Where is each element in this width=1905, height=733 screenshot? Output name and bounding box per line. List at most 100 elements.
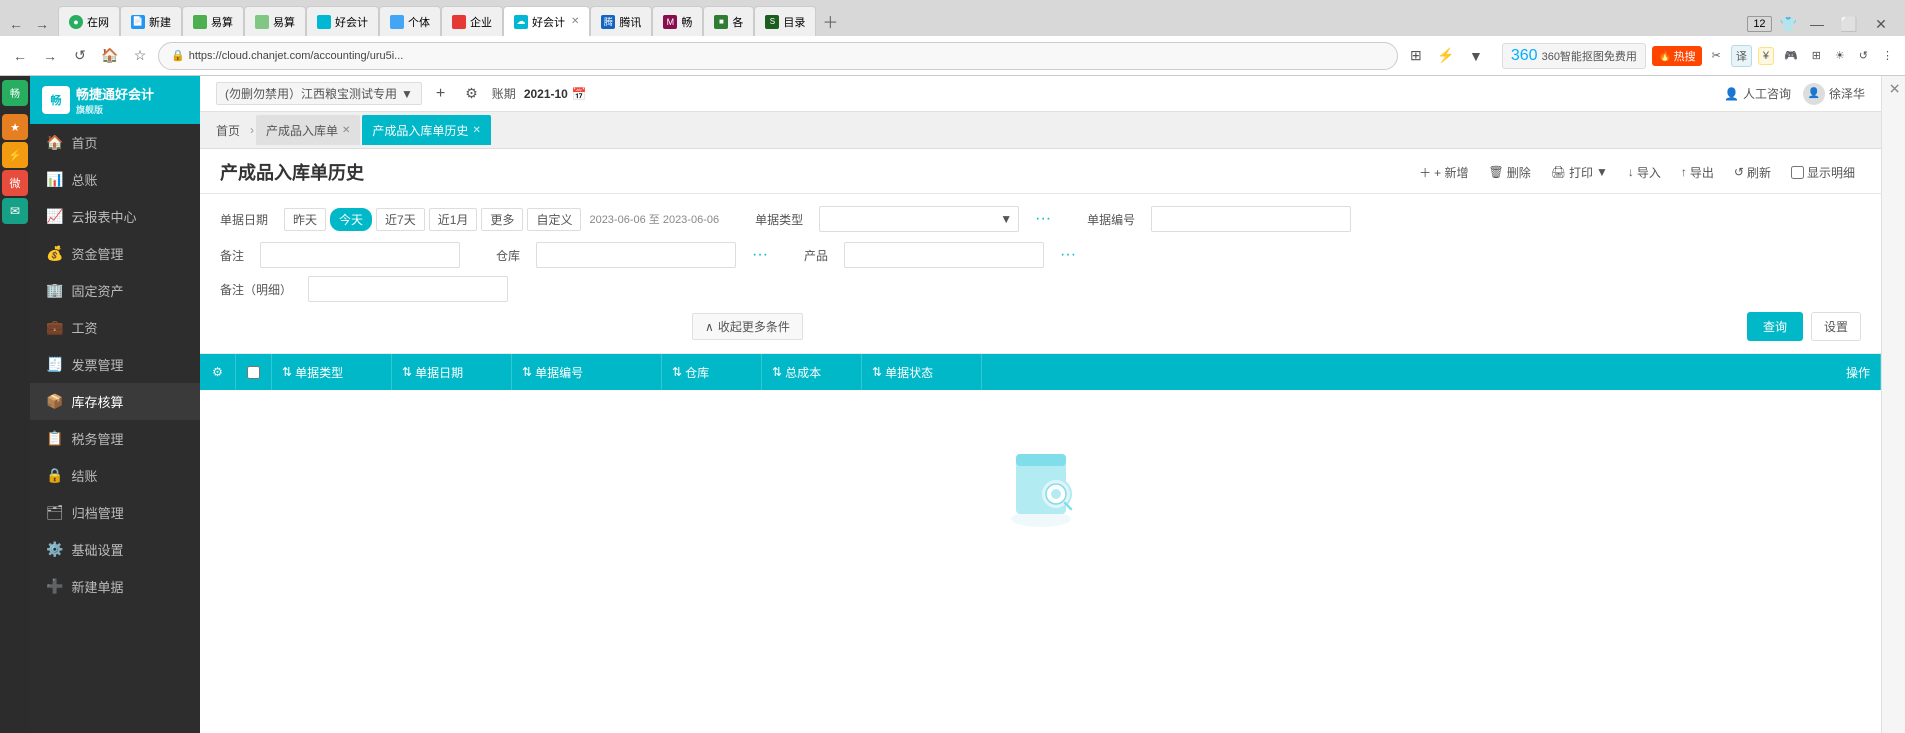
new-tab-button[interactable]: ＋ <box>816 6 844 36</box>
date-btn-today[interactable]: 今天 <box>330 208 372 231</box>
company-selector[interactable]: (勿删勿禁用）江西粮宝测试专用 ▼ <box>216 82 422 105</box>
panel-close-button[interactable]: ✕ <box>1885 83 1902 95</box>
breadcrumb-home[interactable]: 首页 <box>208 118 248 143</box>
th-warehouse[interactable]: ⇅ 仓库 <box>662 354 762 390</box>
close-window-button[interactable]: ✕ <box>1869 12 1893 36</box>
sidebar-item-report[interactable]: 📈 云报表中心 <box>30 198 200 235</box>
tab-3[interactable]: 易算 <box>182 6 244 36</box>
show-detail-checkbox[interactable]: 显示明细 <box>1785 161 1861 184</box>
delete-button[interactable]: 🗑 删除 <box>1482 161 1536 184</box>
sidebar-item-cash[interactable]: 💰 资金管理 <box>30 235 200 272</box>
tab-close-8[interactable]: ✕ <box>571 16 579 27</box>
settings-button[interactable]: 设置 <box>1811 312 1861 341</box>
refresh-nav-button[interactable]: ↺ <box>68 44 92 68</box>
refresh-button[interactable]: ↺ 刷新 <box>1728 161 1777 184</box>
doc-number-input[interactable] <box>1151 206 1351 232</box>
tab-6[interactable]: 个体 <box>379 6 441 36</box>
tab-doc-history[interactable]: 产成品入库单历史 ✕ <box>362 115 490 145</box>
tab-11[interactable]: ■ 各 <box>703 6 754 36</box>
sidebar-item-archive[interactable]: 🗂 归档管理 <box>30 494 200 531</box>
chanjet-logo[interactable]: 畅 <box>2 80 28 106</box>
sidebar-item-invoice[interactable]: 🧾 发票管理 <box>30 346 200 383</box>
tab-2[interactable]: 📄 新建 <box>120 6 182 36</box>
search-360-area[interactable]: 360 360智能抠图免费用 <box>1502 43 1646 69</box>
gold-app-icon[interactable]: ⚡ <box>2 142 28 168</box>
date-btn-yesterday[interactable]: 昨天 <box>284 208 326 231</box>
gamepad-icon[interactable]: 🎮 <box>1780 47 1802 64</box>
user-menu[interactable]: 👤 徐泽华 <box>1803 83 1865 105</box>
warehouse-select[interactable] <box>536 242 736 268</box>
calendar-icon[interactable]: 📅 <box>572 87 587 101</box>
doc-type-more-icon[interactable]: ··· <box>1035 210 1051 228</box>
extensions-button[interactable]: ⊞ <box>1404 44 1428 68</box>
yuan-button[interactable]: ¥ <box>1758 47 1774 65</box>
tab-7[interactable]: 企业 <box>441 6 503 36</box>
th-doc-date[interactable]: ⇅ 单据日期 <box>392 354 512 390</box>
sidebar-item-inventory[interactable]: 📦 库存核算 <box>30 383 200 420</box>
profile-icon[interactable]: 👕 <box>1780 16 1797 33</box>
date-btn-more[interactable]: 更多 <box>481 208 523 231</box>
translate-button[interactable]: 译 <box>1731 45 1752 67</box>
product-select[interactable] <box>844 242 1044 268</box>
tab-doc-list-close[interactable]: ✕ <box>342 125 350 136</box>
th-checkbox[interactable] <box>236 354 272 390</box>
date-btn-7days[interactable]: 近7天 <box>376 208 425 231</box>
weibo-app-icon[interactable]: 微 <box>2 170 28 196</box>
remarks-input[interactable] <box>260 242 460 268</box>
forward-button[interactable]: → <box>30 12 54 36</box>
tab-12[interactable]: S 目录 <box>754 6 816 36</box>
product-more-icon[interactable]: ··· <box>1060 246 1076 264</box>
date-btn-custom[interactable]: 自定义 <box>527 208 581 231</box>
sidebar-item-fixed[interactable]: 🏢 固定资产 <box>30 272 200 309</box>
more-icon[interactable]: ⋮ <box>1878 47 1897 64</box>
print-button[interactable]: 🖨 打印 ▼ <box>1545 161 1614 184</box>
sidebar-item-basic[interactable]: ⚙️ 基础设置 <box>30 531 200 568</box>
home-nav-button[interactable]: 🏠 <box>98 44 122 68</box>
mail-app-icon[interactable]: ✉ <box>2 198 28 224</box>
grid-icon[interactable]: ⊞ <box>1808 47 1825 64</box>
sidebar-item-tax[interactable]: 📋 税务管理 <box>30 420 200 457</box>
maximize-button[interactable]: ⬜ <box>1837 12 1861 36</box>
tab-doc-list[interactable]: 产成品入库单 ✕ <box>256 115 360 145</box>
tab-5[interactable]: 好会计 <box>306 6 379 36</box>
add-button[interactable]: ＋ + 新增 <box>1413 161 1474 184</box>
sidebar-item-home[interactable]: 🏠 首页 <box>30 124 200 161</box>
scissors-icon[interactable]: ✂ <box>1708 47 1725 64</box>
warehouse-more-icon[interactable]: ··· <box>752 246 768 264</box>
tab-1[interactable]: ● 在网 <box>58 6 120 36</box>
th-doc-type[interactable]: ⇅ 单据类型 <box>272 354 392 390</box>
orange-app-icon[interactable]: ★ <box>2 114 28 140</box>
sidebar-item-newbill[interactable]: ➕ 新建单据 <box>30 568 200 605</box>
tab-doc-history-close[interactable]: ✕ <box>472 125 480 136</box>
bookmark-button[interactable]: ☆ <box>128 44 152 68</box>
back-nav-button[interactable]: ← <box>8 44 32 68</box>
sidebar-item-salary[interactable]: 💼 工资 <box>30 309 200 346</box>
hot-search-badge[interactable]: 🔥 热搜 <box>1652 46 1702 66</box>
tab-8[interactable]: ☁ 好会计 ✕ <box>503 6 590 36</box>
undo-icon[interactable]: ↺ <box>1855 47 1872 64</box>
select-all-checkbox[interactable] <box>247 366 260 379</box>
tab-4[interactable]: 易算 <box>244 6 306 36</box>
th-doc-status[interactable]: ⇅ 单据状态 <box>862 354 982 390</box>
sidebar-item-ledger[interactable]: 📊 总账 <box>30 161 200 198</box>
doc-type-select[interactable]: ▼ <box>819 206 1019 232</box>
show-detail-check[interactable] <box>1791 166 1804 179</box>
ai-service-button[interactable]: 👤 人工咨询 <box>1724 85 1791 102</box>
remarks-detail-input[interactable] <box>308 276 508 302</box>
back-button[interactable]: ← <box>4 12 28 36</box>
org-settings-button[interactable]: ⚙ <box>459 83 484 104</box>
url-box[interactable]: 🔒 https://cloud.chanjet.com/accounting/u… <box>158 42 1398 70</box>
th-doc-number[interactable]: ⇅ 单据编号 <box>512 354 662 390</box>
tab-9[interactable]: 腾 腾讯 <box>590 6 652 36</box>
export-button[interactable]: ↑ 导出 <box>1675 161 1720 184</box>
lightning-button[interactable]: ⚡ <box>1434 44 1458 68</box>
tab-10[interactable]: M 畅 <box>652 6 703 36</box>
theme-icon[interactable]: ☀ <box>1831 47 1849 64</box>
import-button[interactable]: ↓ 导入 <box>1622 161 1667 184</box>
sidebar-item-closing[interactable]: 🔒 结账 <box>30 457 200 494</box>
minimize-button[interactable]: — <box>1805 12 1829 36</box>
dropdown-button[interactable]: ▼ <box>1464 44 1488 68</box>
th-total-cost[interactable]: ⇅ 总成本 <box>762 354 862 390</box>
th-settings[interactable]: ⚙ <box>200 354 236 390</box>
date-btn-1month[interactable]: 近1月 <box>429 208 478 231</box>
